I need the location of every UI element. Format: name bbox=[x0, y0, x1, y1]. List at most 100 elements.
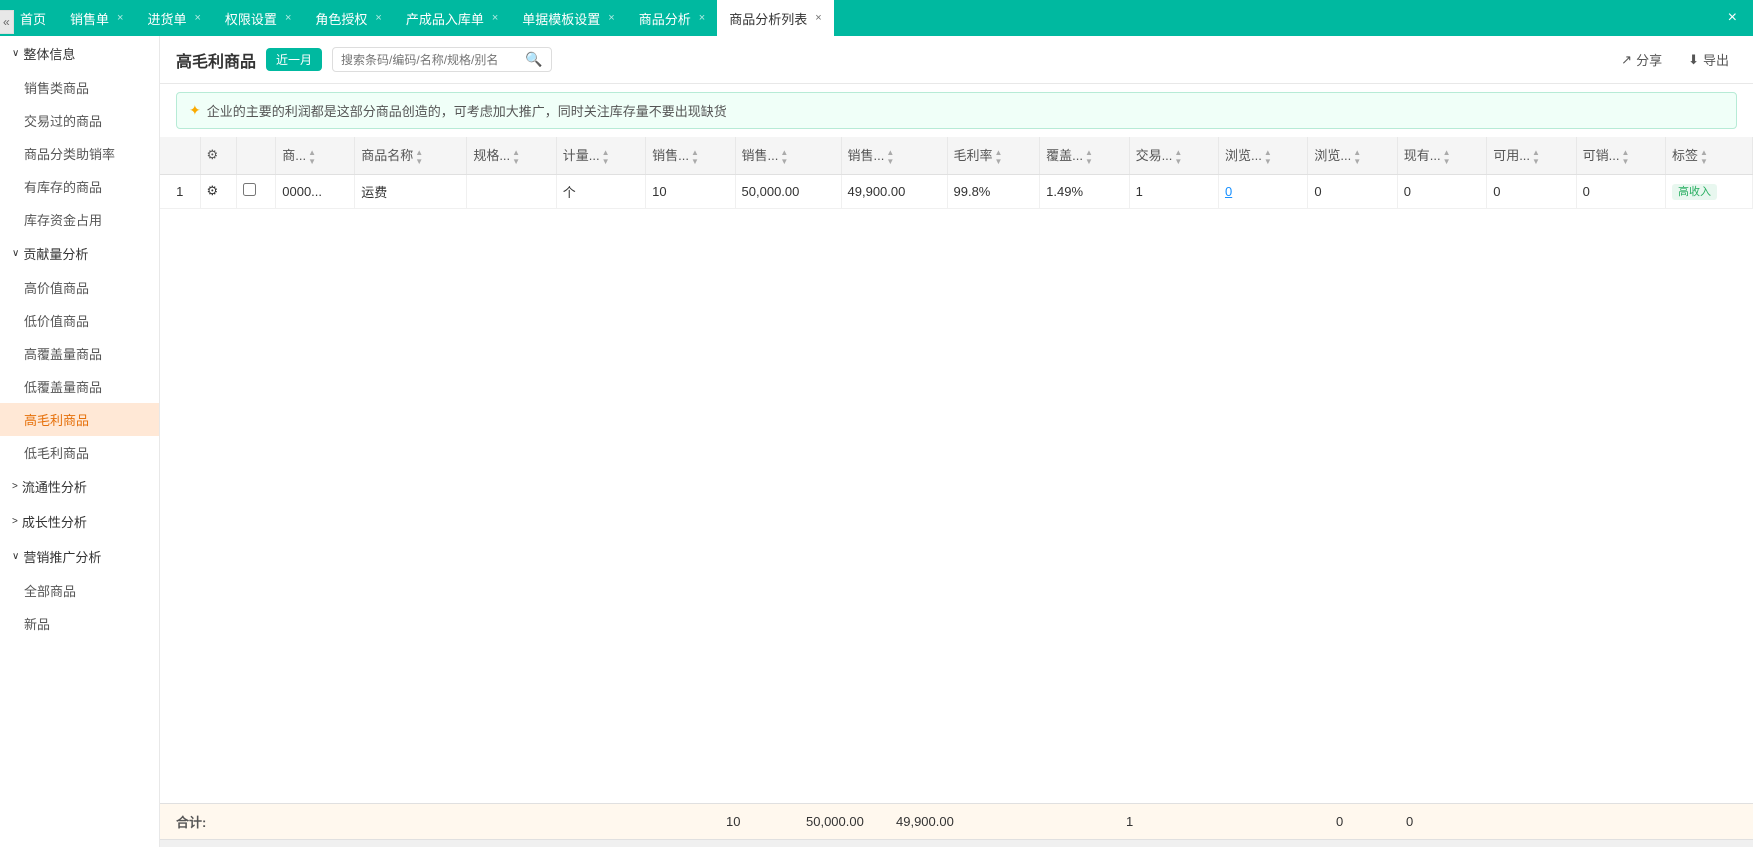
nav-close-icon[interactable]: × bbox=[285, 12, 291, 24]
nav-close-icon[interactable]: × bbox=[608, 12, 614, 24]
cell-checkbox[interactable] bbox=[237, 174, 276, 208]
cell-transaction: 1 bbox=[1129, 174, 1218, 208]
col-header-available[interactable]: 可用...▲▼ bbox=[1487, 137, 1576, 174]
sort-icon-saleProfit[interactable]: ▲▼ bbox=[886, 148, 894, 166]
nav-item-单据模板设置[interactable]: 单据模板设置× bbox=[510, 0, 626, 36]
footer-label: 合计: bbox=[160, 812, 320, 831]
browse1-link[interactable]: 0 bbox=[1225, 184, 1232, 199]
nav-item-商品分析[interactable]: 商品分析× bbox=[627, 0, 717, 36]
sidebar-item-有库存的商品[interactable]: 有库存的商品 bbox=[0, 170, 159, 203]
sidebar-item-高覆盖量商品[interactable]: 高覆盖量商品 bbox=[0, 337, 159, 370]
sort-icon-code[interactable]: ▲▼ bbox=[308, 148, 316, 166]
cell-settings[interactable]: ⚙ bbox=[200, 174, 237, 208]
col-header-saleProfit[interactable]: 销售...▲▼ bbox=[841, 137, 947, 174]
sidebar-item-低毛利商品[interactable]: 低毛利商品 bbox=[0, 436, 159, 469]
table-row: 1⚙0000...运费个1050,000.0049,900.0099.8%1.4… bbox=[160, 174, 1753, 208]
nav-close-icon[interactable]: × bbox=[815, 12, 821, 24]
sidebar-item-商品分类助销率[interactable]: 商品分类助销率 bbox=[0, 137, 159, 170]
time-filter-button[interactable]: 近一月 bbox=[266, 48, 322, 71]
sidebar-item-销售类商品[interactable]: 销售类商品 bbox=[0, 71, 159, 104]
cell-saleable: 0 bbox=[1576, 174, 1665, 208]
nav-close-icon[interactable]: × bbox=[492, 12, 498, 24]
footer-cell bbox=[660, 814, 720, 829]
sort-icon-browse2[interactable]: ▲▼ bbox=[1353, 148, 1361, 166]
search-icon[interactable]: 🔍 bbox=[525, 51, 542, 68]
export-button[interactable]: ⬇ 导出 bbox=[1680, 46, 1737, 73]
sidebar-group-0[interactable]: ∨整体信息 bbox=[0, 36, 159, 71]
col-header-transaction[interactable]: 交易...▲▼ bbox=[1129, 137, 1218, 174]
footer-cell: 0 bbox=[1330, 814, 1400, 829]
sort-icon-tag[interactable]: ▲▼ bbox=[1700, 148, 1708, 166]
nav-item-销售单[interactable]: 销售单× bbox=[58, 0, 135, 36]
sort-icon-stock[interactable]: ▲▼ bbox=[1443, 148, 1451, 166]
sort-icon-grossRate[interactable]: ▲▼ bbox=[995, 148, 1003, 166]
cell-saleAmt: 50,000.00 bbox=[735, 174, 841, 208]
window-close-button[interactable]: × bbox=[1720, 9, 1745, 27]
col-header-coverage[interactable]: 覆盖...▲▼ bbox=[1040, 137, 1129, 174]
nav-close-icon[interactable]: × bbox=[375, 12, 381, 24]
table-wrapper: ⚙商...▲▼商品名称▲▼规格...▲▼计量...▲▼销售...▲▼销售...▲… bbox=[160, 137, 1753, 803]
sidebar-item-低覆盖量商品[interactable]: 低覆盖量商品 bbox=[0, 370, 159, 403]
content-area: 高毛利商品 近一月 🔍 ↗ 分享 ⬇ 导出 ✦ 企业的主要的利润都是这部分商品创… bbox=[160, 36, 1753, 847]
col-header-tag[interactable]: 标签▲▼ bbox=[1666, 137, 1753, 174]
col-header-code[interactable]: 商...▲▼ bbox=[276, 137, 355, 174]
sort-icon-spec[interactable]: ▲▼ bbox=[512, 148, 520, 166]
nav-close-icon[interactable]: × bbox=[117, 12, 123, 24]
sidebar-group-arrow: ∨ bbox=[12, 248, 19, 259]
sidebar-group-1[interactable]: ∨贡献量分析 bbox=[0, 236, 159, 271]
sort-icon-saleAmt[interactable]: ▲▼ bbox=[780, 148, 788, 166]
nav-close-icon[interactable]: × bbox=[194, 12, 200, 24]
info-banner: ✦ 企业的主要的利润都是这部分商品创造的，可考虑加大推广，同时关注库存量不要出现… bbox=[176, 92, 1737, 129]
sort-icon-browse1[interactable]: ▲▼ bbox=[1264, 148, 1272, 166]
col-header-saleQty[interactable]: 销售...▲▼ bbox=[646, 137, 735, 174]
nav-item-商品分析列表[interactable]: 商品分析列表× bbox=[717, 0, 833, 36]
sort-icon-saleQty[interactable]: ▲▼ bbox=[691, 148, 699, 166]
cell-coverage: 1.49% bbox=[1040, 174, 1129, 208]
footer-cells: 1050,000.0049,900.00100 bbox=[320, 814, 1753, 829]
sort-icon-coverage[interactable]: ▲▼ bbox=[1085, 148, 1093, 166]
sort-icon-name[interactable]: ▲▼ bbox=[415, 148, 423, 166]
col-header-grossRate[interactable]: 毛利率▲▼ bbox=[947, 137, 1040, 174]
col-header-browse1[interactable]: 浏览...▲▼ bbox=[1218, 137, 1307, 174]
sort-icon-unit[interactable]: ▲▼ bbox=[602, 148, 610, 166]
search-input[interactable] bbox=[341, 53, 521, 67]
nav-item-首页[interactable]: 首页 bbox=[8, 0, 58, 36]
row-checkbox[interactable] bbox=[243, 183, 256, 196]
cell-browse2: 0 bbox=[1308, 174, 1397, 208]
col-header-saleable[interactable]: 可销...▲▼ bbox=[1576, 137, 1665, 174]
sidebar-item-新品[interactable]: 新品 bbox=[0, 607, 159, 640]
nav-item-进货单[interactable]: 进货单× bbox=[135, 0, 212, 36]
sidebar-item-高毛利商品[interactable]: 高毛利商品 bbox=[0, 403, 159, 436]
col-header-name[interactable]: 商品名称▲▼ bbox=[355, 137, 467, 174]
sort-icon-available[interactable]: ▲▼ bbox=[1532, 148, 1540, 166]
sidebar-item-库存资金占用[interactable]: 库存资金占用 bbox=[0, 203, 159, 236]
col-header-browse2[interactable]: 浏览...▲▼ bbox=[1308, 137, 1397, 174]
sidebar-item-低价值商品[interactable]: 低价值商品 bbox=[0, 304, 159, 337]
sidebar-group-arrow: > bbox=[12, 516, 18, 527]
footer-cell: 10 bbox=[720, 814, 800, 829]
nav-close-icon[interactable]: × bbox=[699, 12, 705, 24]
col-header-spec[interactable]: 规格...▲▼ bbox=[467, 137, 556, 174]
page-title: 高毛利商品 bbox=[176, 48, 256, 72]
cell-name: 运费 bbox=[355, 174, 467, 208]
nav-item-产成品入库单[interactable]: 产成品入库单× bbox=[394, 0, 510, 36]
col-header-checkbox bbox=[237, 137, 276, 174]
footer-cell bbox=[1470, 814, 1540, 829]
sort-icon-saleable[interactable]: ▲▼ bbox=[1621, 148, 1629, 166]
sidebar-item-高价值商品[interactable]: 高价值商品 bbox=[0, 271, 159, 304]
col-header-unit[interactable]: 计量...▲▼ bbox=[556, 137, 645, 174]
sidebar-item-全部商品[interactable]: 全部商品 bbox=[0, 574, 159, 607]
sidebar-group-2[interactable]: >流通性分析 bbox=[0, 469, 159, 504]
sidebar-group-label: 营销推广分析 bbox=[23, 547, 101, 566]
sidebar-group-4[interactable]: ∨营销推广分析 bbox=[0, 539, 159, 574]
col-header-saleAmt[interactable]: 销售...▲▼ bbox=[735, 137, 841, 174]
nav-item-角色授权[interactable]: 角色授权× bbox=[303, 0, 393, 36]
col-header-stock[interactable]: 现有...▲▼ bbox=[1397, 137, 1486, 174]
sidebar: «∨整体信息销售类商品交易过的商品商品分类助销率有库存的商品库存资金占用∨贡献量… bbox=[0, 36, 160, 847]
sidebar-group-3[interactable]: >成长性分析 bbox=[0, 504, 159, 539]
bottom-scrollbar[interactable] bbox=[160, 839, 1753, 847]
share-button[interactable]: ↗ 分享 bbox=[1613, 46, 1670, 73]
sort-icon-transaction[interactable]: ▲▼ bbox=[1174, 148, 1182, 166]
sidebar-item-交易过的商品[interactable]: 交易过的商品 bbox=[0, 104, 159, 137]
nav-item-权限设置[interactable]: 权限设置× bbox=[213, 0, 303, 36]
